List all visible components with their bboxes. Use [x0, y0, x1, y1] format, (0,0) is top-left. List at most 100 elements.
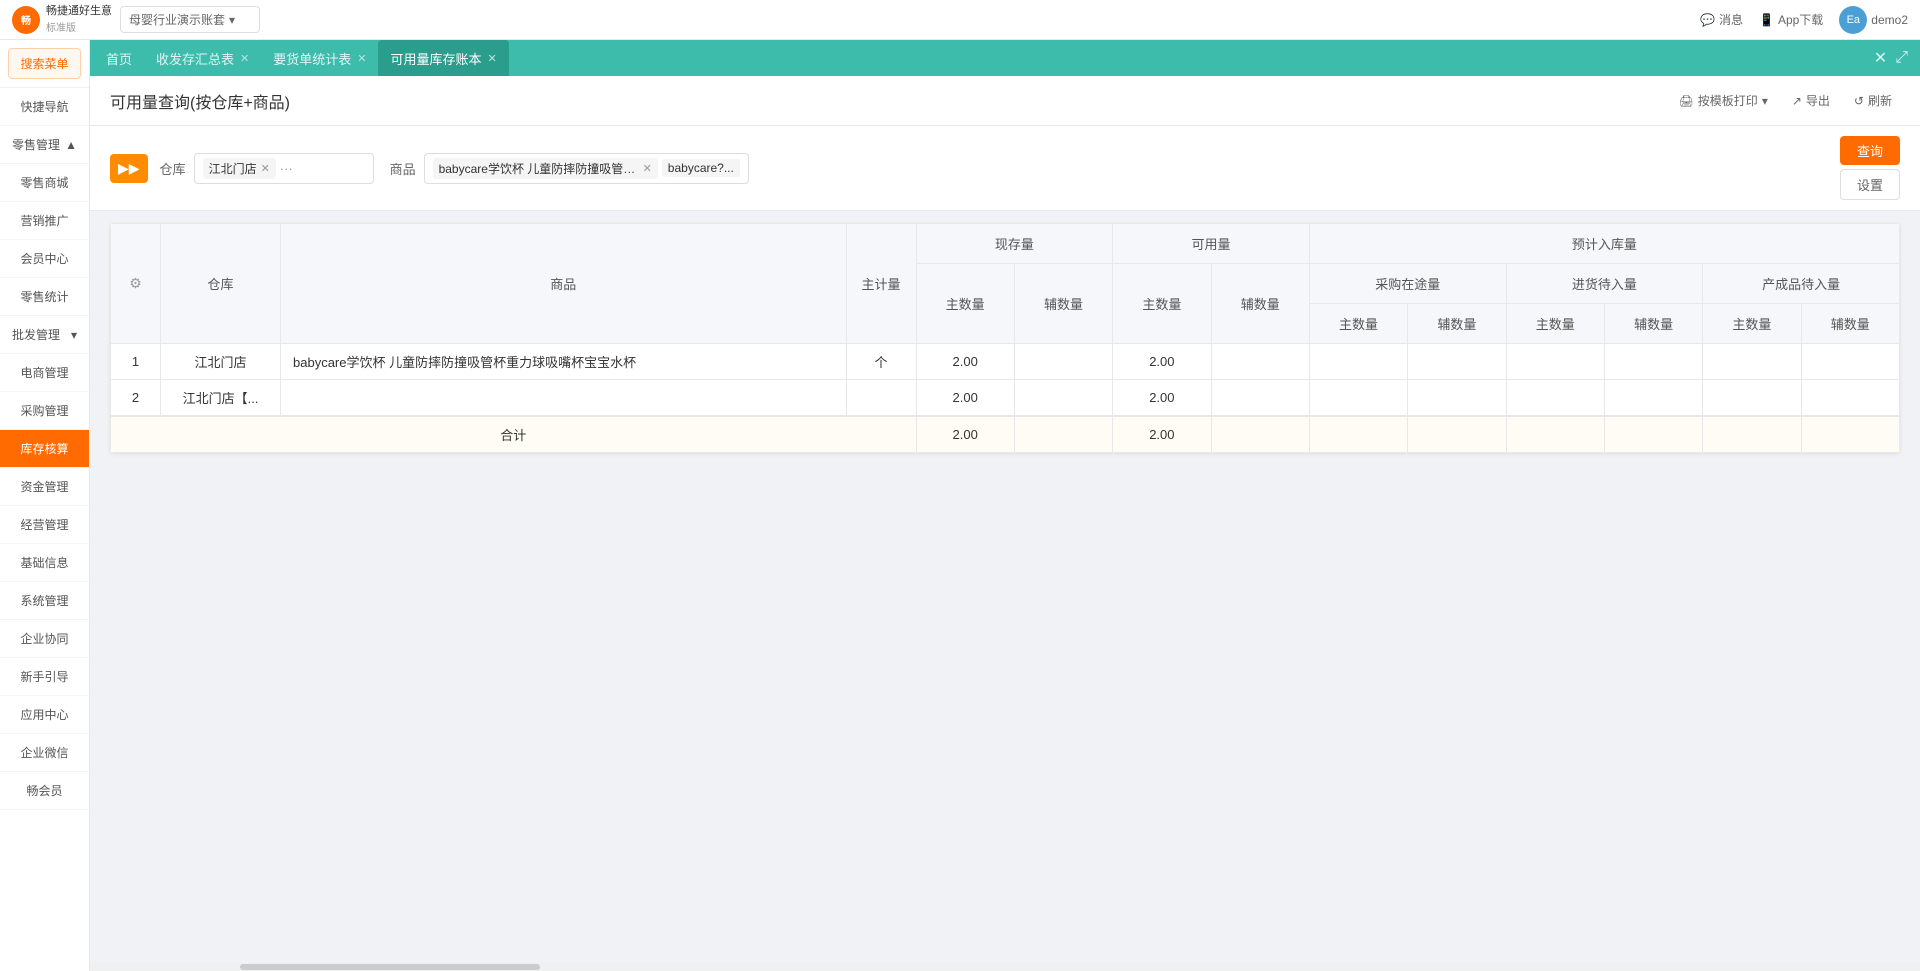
warehouse-label: 仓库 — [160, 159, 186, 178]
row2-production-main — [1703, 380, 1801, 417]
app-download-action[interactable]: 📱 App下载 — [1759, 11, 1823, 28]
search-menu-button[interactable]: 搜索菜单 — [8, 48, 81, 79]
tab-bar: 首页 收发存汇总表 ✕ 要货单统计表 ✕ 可用量库存账本 ✕ ✕ ⤢ — [90, 40, 1920, 76]
message-action[interactable]: 💬 消息 — [1700, 11, 1743, 28]
th-incoming-aux: 辅数量 — [1604, 304, 1702, 344]
tab-receivables[interactable]: 收发存汇总表 ✕ — [144, 40, 261, 76]
sidebar-item-basic-info[interactable]: 基础信息 — [0, 544, 89, 582]
footer-stock-main: 2.00 — [916, 416, 1014, 453]
tab-close-icon[interactable]: ✕ — [488, 52, 497, 65]
tag-close-icon[interactable]: ✕ — [261, 162, 270, 175]
row2-purchase-main — [1309, 380, 1407, 417]
row2-incoming-aux — [1604, 380, 1702, 417]
chevron-down-icon: ▾ — [71, 328, 77, 342]
row2-num: 2 — [111, 380, 161, 417]
tab-close-icon[interactable]: ✕ — [357, 52, 366, 65]
th-available-group: 可用量 — [1113, 224, 1310, 264]
sidebar-item-new-guide[interactable]: 新手引导 — [0, 658, 89, 696]
industry-selector[interactable]: 母婴行业演示账套 ▾ — [120, 6, 260, 33]
row1-stock-aux — [1014, 344, 1112, 380]
sidebar-item-system[interactable]: 系统管理 — [0, 582, 89, 620]
page-header: 可用量查询(按仓库+商品) 🖨 按模板打印 ▾ ↗ 导出 ↺ 刷新 — [90, 76, 1920, 126]
footer-avail-main: 2.00 — [1113, 416, 1211, 453]
th-incoming-main: 主数量 — [1506, 304, 1604, 344]
sidebar-item-ecommerce[interactable]: 电商管理 — [0, 354, 89, 392]
filter-actions: 查询 设置 — [1840, 136, 1900, 200]
filter-toggle-button[interactable]: ▶▶ — [110, 154, 148, 183]
row1-incoming-main — [1506, 344, 1604, 380]
logo-icon: 畅 — [12, 6, 40, 34]
warehouse-filter: 仓库 江北门店 ✕ ··· — [160, 153, 374, 184]
goods-label: 商品 — [390, 159, 416, 178]
maximize-button[interactable]: ⤢ — [1895, 49, 1908, 67]
th-expected-in-group: 预计入库量 — [1309, 224, 1899, 264]
filter-area: ▶▶ 仓库 江北门店 ✕ ··· 商品 — [90, 126, 1920, 211]
tab-close-icon[interactable]: ✕ — [240, 52, 249, 65]
th-production-main: 主数量 — [1703, 304, 1801, 344]
sidebar-item-enterprise-wechat[interactable]: 企业微信 — [0, 734, 89, 772]
chevron-down-icon: ▾ — [229, 13, 235, 27]
user-action[interactable]: Ea demo2 — [1839, 6, 1908, 34]
export-button[interactable]: ↗ 导出 — [1784, 88, 1838, 113]
gear-icon[interactable]: ⚙ — [129, 275, 142, 291]
sidebar-item-quicknav[interactable]: 快捷导航 — [0, 88, 89, 126]
page-content: 可用量查询(按仓库+商品) 🖨 按模板打印 ▾ ↗ 导出 ↺ 刷新 — [90, 76, 1920, 971]
th-purchase-group: 采购在途量 — [1309, 264, 1506, 304]
data-table: ⚙ 仓库 商品 主计量 现存量 可用量 预计入库量 主数量 辅数量 — [110, 223, 1900, 453]
scroll-indicator — [90, 963, 1920, 971]
phone-icon: 📱 — [1759, 13, 1774, 27]
sidebar-item-finance[interactable]: 资金管理 — [0, 468, 89, 506]
warehouse-input[interactable]: 江北门店 ✕ ··· — [194, 153, 374, 184]
row2-incoming-main — [1506, 380, 1604, 417]
tag-close-icon[interactable]: ✕ — [643, 162, 652, 175]
main-layout: 搜索菜单 快捷导航 零售管理 ▲ 零售商城 营销推广 会员中心 零售统计 批发管… — [0, 40, 1920, 971]
logo-sub: 标准版 — [46, 19, 112, 34]
table-row: 1 江北门店 babycare学饮杯 儿童防摔防撞吸管杯重力球吸嘴杯宝宝水杯 个… — [111, 344, 1900, 380]
refresh-icon: ↺ — [1854, 94, 1864, 108]
row1-incoming-aux — [1604, 344, 1702, 380]
sidebar-item-wholesale[interactable]: 批发管理 ▾ — [0, 316, 89, 354]
th-avail-aux-qty: 辅数量 — [1211, 264, 1309, 344]
tab-bar-right: ✕ ⤢ — [1874, 48, 1916, 68]
avatar: Ea — [1839, 6, 1867, 34]
th-warehouse: 仓库 — [161, 224, 281, 344]
sidebar-item-member[interactable]: 会员中心 — [0, 240, 89, 278]
tab-home[interactable]: 首页 — [94, 40, 144, 76]
print-button[interactable]: 🖨 按模板打印 ▾ — [1671, 88, 1776, 113]
logo-area: 畅 畅捷通好生意 标准版 — [12, 5, 112, 33]
sidebar-item-enterprise[interactable]: 企业协同 — [0, 620, 89, 658]
sidebar-item-retail-shop[interactable]: 零售商城 — [0, 164, 89, 202]
th-settings: ⚙ — [111, 224, 161, 344]
tab-available-inventory[interactable]: 可用量库存账本 ✕ — [378, 40, 508, 76]
sidebar-item-app-center[interactable]: 应用中心 — [0, 696, 89, 734]
th-production-aux: 辅数量 — [1801, 304, 1899, 344]
tab-order-stats[interactable]: 要货单统计表 ✕ — [261, 40, 378, 76]
sidebar-item-operations[interactable]: 经营管理 — [0, 506, 89, 544]
footer-production-aux — [1801, 416, 1899, 453]
sidebar-item-retail-stats[interactable]: 零售统计 — [0, 278, 89, 316]
goods-tag-1: babycare学饮杯 儿童防摔防撞吸管杯重力球吸嘴杯宝宝水杯 ✕ — [433, 158, 658, 179]
more-icon[interactable]: ··· — [280, 161, 293, 176]
sidebar-item-retail-mgmt[interactable]: 零售管理 ▲ — [0, 126, 89, 164]
query-button[interactable]: 查询 — [1840, 136, 1900, 165]
sidebar-item-marketing[interactable]: 营销推广 — [0, 202, 89, 240]
sidebar-item-inventory[interactable]: 库存核算 — [0, 430, 89, 468]
sidebar-item-vip[interactable]: 畅会员 — [0, 772, 89, 810]
warehouse-tag: 江北门店 ✕ — [203, 158, 276, 179]
close-window-button[interactable]: ✕ — [1874, 48, 1887, 68]
sidebar-search-area: 搜索菜单 — [0, 40, 89, 88]
refresh-button[interactable]: ↺ 刷新 — [1846, 88, 1900, 113]
th-main-unit: 主计量 — [846, 224, 916, 344]
row2-stock-main: 2.00 — [916, 380, 1014, 417]
scroll-thumb[interactable] — [240, 964, 540, 970]
goods-input[interactable]: babycare学饮杯 儿童防摔防撞吸管杯重力球吸嘴杯宝宝水杯 ✕ babyca… — [424, 153, 749, 184]
th-goods: 商品 — [281, 224, 847, 344]
sidebar-item-purchase[interactable]: 采购管理 — [0, 392, 89, 430]
top-bar: 畅 畅捷通好生意 标准版 母婴行业演示账套 ▾ 💬 消息 📱 App下载 Ea … — [0, 0, 1920, 40]
row1-warehouse: 江北门店 — [161, 344, 281, 380]
logo-text: 畅捷通好生意 — [46, 5, 112, 18]
goods-filter: 商品 babycare学饮杯 儿童防摔防撞吸管杯重力球吸嘴杯宝宝水杯 ✕ bab… — [390, 153, 749, 184]
settings-button[interactable]: 设置 — [1840, 169, 1900, 200]
footer-stock-aux — [1014, 416, 1112, 453]
chevron-up-icon: ▲ — [65, 138, 77, 152]
